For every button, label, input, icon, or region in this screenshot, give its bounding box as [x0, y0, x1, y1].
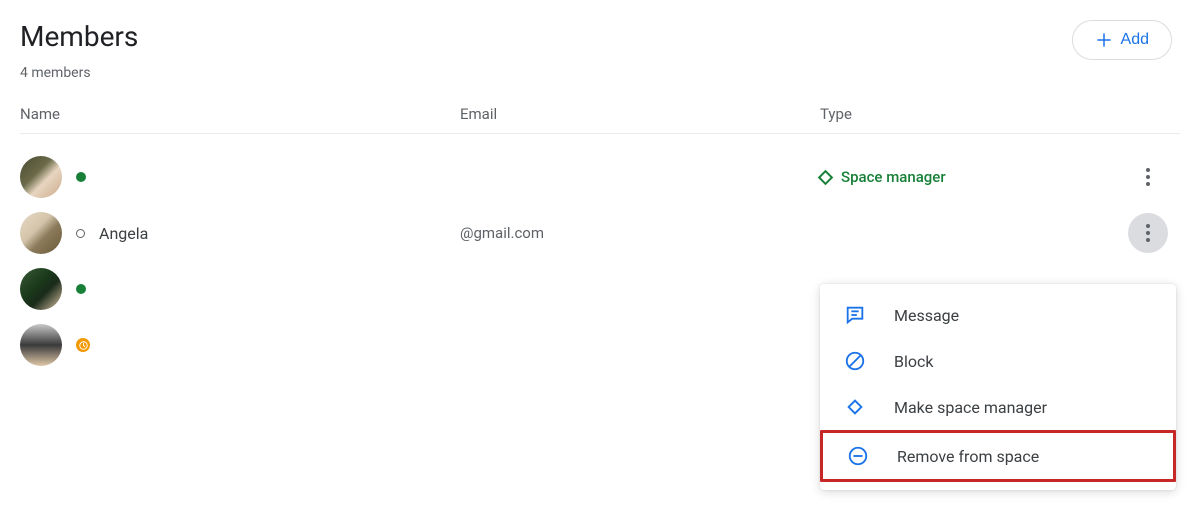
member-actions-menu: Message Block Make space manager Remove …: [820, 284, 1176, 490]
diamond-icon: [844, 396, 866, 418]
presence-active-icon: [76, 284, 86, 294]
avatar[interactable]: [20, 156, 62, 198]
column-headers: Name Email Type: [20, 105, 1180, 134]
role-badge: Space manager: [820, 168, 946, 186]
more-vert-icon: [1146, 224, 1150, 242]
add-button-label: Add: [1121, 31, 1149, 49]
page-title: Members: [20, 20, 138, 53]
presence-unknown-icon: [76, 229, 85, 238]
more-button[interactable]: [1128, 213, 1168, 253]
avatar[interactable]: [20, 212, 62, 254]
menu-item-label: Remove from space: [897, 447, 1039, 466]
presence-active-icon: [76, 172, 86, 182]
member-name: Angela: [99, 224, 148, 243]
menu-item-label: Make space manager: [894, 398, 1047, 417]
member-email: @gmail.com: [460, 224, 820, 242]
menu-item-label: Block: [894, 352, 933, 371]
column-type: Type: [820, 105, 1180, 123]
add-button[interactable]: Add: [1072, 20, 1172, 60]
menu-item-make-manager[interactable]: Make space manager: [820, 384, 1176, 430]
menu-item-remove[interactable]: Remove from space: [820, 430, 1176, 482]
message-icon: [844, 304, 866, 326]
block-icon: [844, 350, 866, 372]
member-count: 4 members: [20, 65, 138, 81]
table-row: Angela @gmail.com: [20, 204, 1180, 260]
menu-item-label: Message: [894, 306, 959, 325]
table-row: Space manager: [20, 148, 1180, 204]
column-name: Name: [20, 105, 460, 123]
more-vert-icon: [1146, 168, 1150, 186]
menu-item-message[interactable]: Message: [820, 292, 1176, 338]
diamond-icon: [818, 169, 834, 185]
avatar[interactable]: [20, 268, 62, 310]
presence-idle-icon: [76, 338, 90, 352]
avatar[interactable]: [20, 324, 62, 366]
remove-icon: [847, 445, 869, 467]
more-button[interactable]: [1128, 157, 1168, 197]
column-email: Email: [460, 105, 820, 123]
plus-icon: [1095, 31, 1113, 49]
role-label: Space manager: [841, 168, 946, 186]
menu-item-block[interactable]: Block: [820, 338, 1176, 384]
